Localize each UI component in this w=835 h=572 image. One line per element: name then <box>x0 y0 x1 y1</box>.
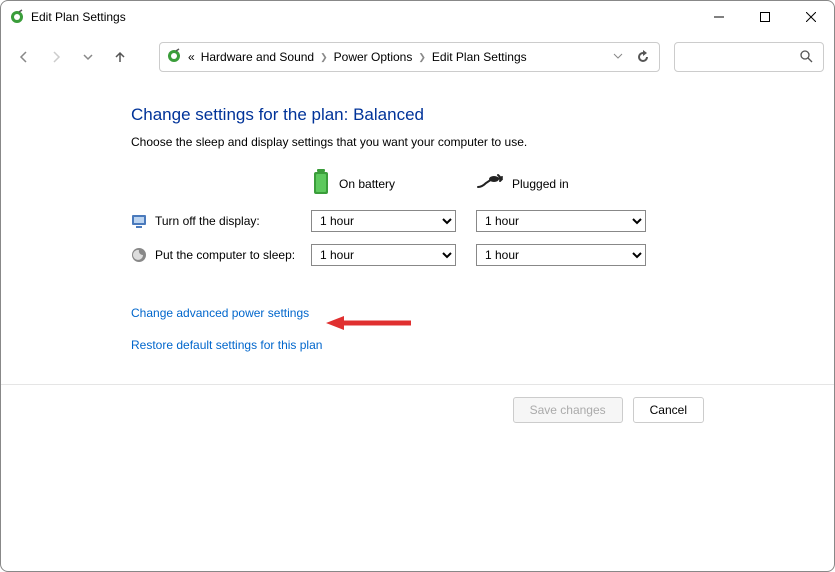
column-header-battery: On battery <box>311 169 456 198</box>
advanced-settings-link[interactable]: Change advanced power settings <box>131 306 309 320</box>
titlebar: Edit Plan Settings <box>1 1 834 33</box>
cancel-button[interactable]: Cancel <box>633 397 704 423</box>
restore-defaults-link[interactable]: Restore default settings for this plan <box>131 338 322 352</box>
sleep-plugged-select[interactable]: 1 hour <box>476 244 646 266</box>
breadcrumb-item[interactable]: Hardware and Sound <box>201 50 314 64</box>
page-title: Change settings for the plan: Balanced <box>131 105 834 125</box>
close-button[interactable] <box>788 1 834 33</box>
column-header-plugged: Plugged in <box>476 173 646 194</box>
address-dropdown-icon[interactable] <box>613 50 623 64</box>
refresh-button[interactable] <box>633 50 653 64</box>
recent-button[interactable] <box>75 44 101 70</box>
breadcrumb-item[interactable]: Power Options <box>334 50 413 64</box>
content: Change settings for the plan: Balanced C… <box>1 75 834 370</box>
navbar: « Hardware and Sound ❯ Power Options ❯ E… <box>1 39 834 75</box>
window-title: Edit Plan Settings <box>31 10 696 24</box>
row-label-display: Turn off the display: <box>131 213 311 229</box>
app-icon <box>9 9 25 25</box>
sleep-icon <box>131 247 147 263</box>
breadcrumb-item[interactable]: Edit Plan Settings <box>432 50 527 64</box>
maximize-button[interactable] <box>742 1 788 33</box>
plug-icon <box>476 173 504 194</box>
display-battery-select[interactable]: 1 hour <box>311 210 456 232</box>
breadcrumb-prefix: « <box>188 50 195 64</box>
location-icon <box>166 48 182 67</box>
search-icon <box>799 49 813 66</box>
chevron-right-icon: ❯ <box>320 52 328 63</box>
display-icon <box>131 213 147 229</box>
minimize-button[interactable] <box>696 1 742 33</box>
footer: Save changes Cancel <box>1 385 834 423</box>
up-button[interactable] <box>107 44 133 70</box>
address-bar[interactable]: « Hardware and Sound ❯ Power Options ❯ E… <box>159 42 660 72</box>
battery-icon <box>311 169 331 198</box>
annotation-arrow-icon <box>326 314 416 332</box>
row-label-sleep: Put the computer to sleep: <box>131 247 311 263</box>
chevron-right-icon: ❯ <box>418 52 426 63</box>
display-plugged-select[interactable]: 1 hour <box>476 210 646 232</box>
page-subtitle: Choose the sleep and display settings th… <box>131 135 834 149</box>
forward-button[interactable] <box>43 44 69 70</box>
sleep-battery-select[interactable]: 1 hour <box>311 244 456 266</box>
back-button[interactable] <box>11 44 37 70</box>
save-button[interactable]: Save changes <box>513 397 623 423</box>
search-input[interactable] <box>674 42 824 72</box>
